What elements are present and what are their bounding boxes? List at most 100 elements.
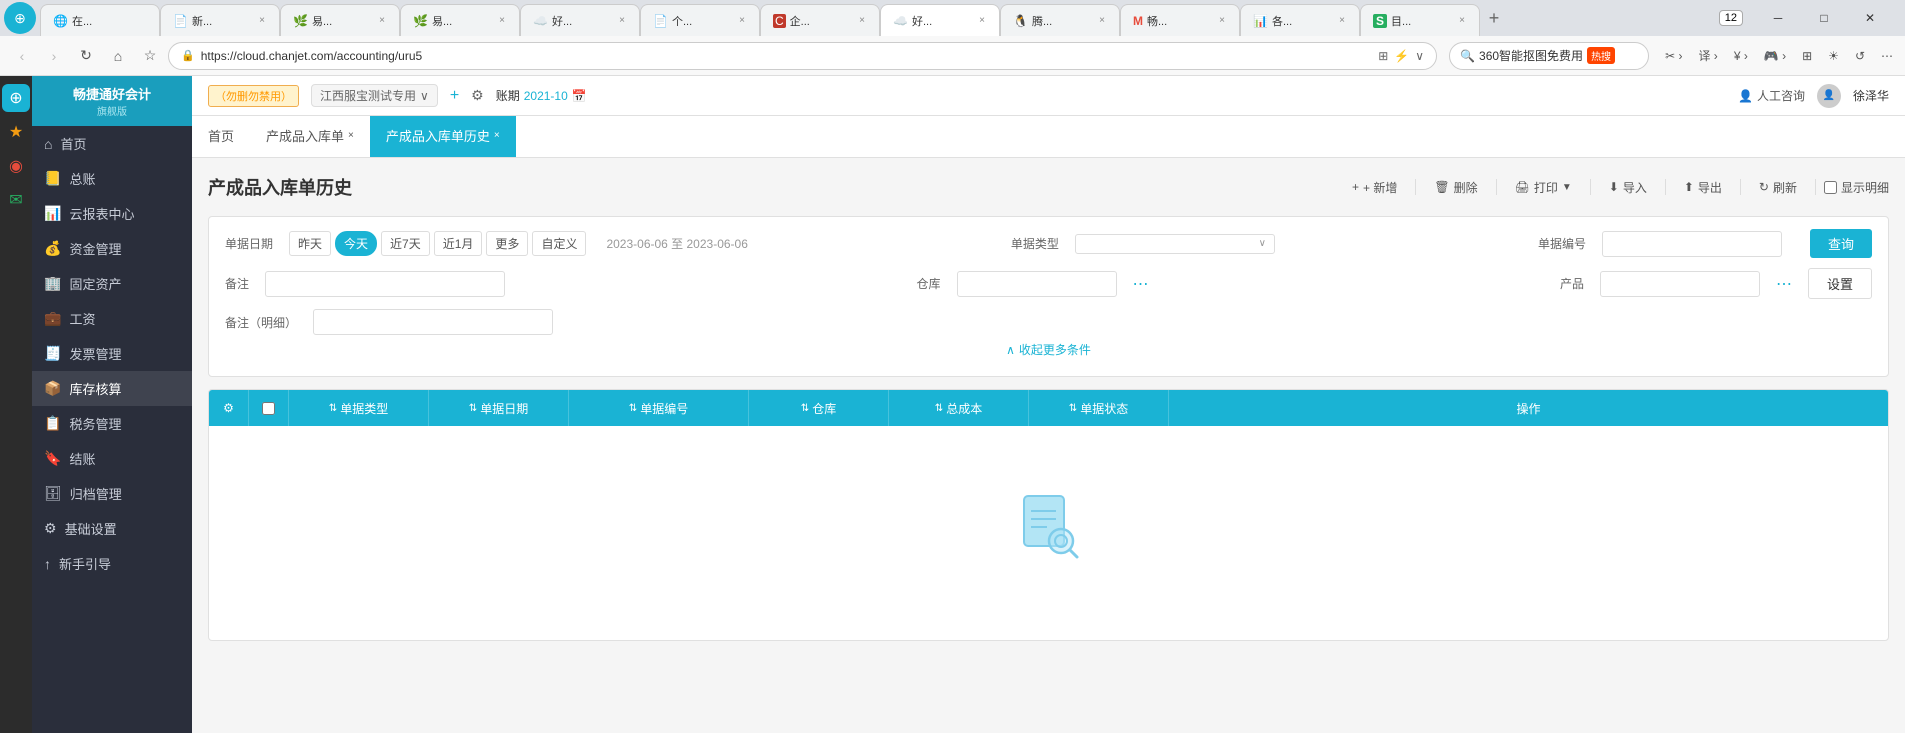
user-service-button[interactable]: 👤 人工咨询 — [1738, 87, 1805, 104]
tab-t11[interactable]: 📊 各... × — [1240, 4, 1360, 36]
th-checkbox[interactable] — [249, 390, 289, 426]
search-bar[interactable]: 🔍 360智能抠图免费用 热搜 — [1449, 42, 1649, 70]
delete-button[interactable]: 🗑 删除 — [1424, 175, 1487, 200]
th-status[interactable]: ⇅ 单据状态 — [1029, 390, 1169, 426]
sidebar-item-archive[interactable]: 🗄 归档管理 — [32, 476, 192, 511]
refresh-btn[interactable]: ↻ 刷新 — [1749, 175, 1807, 200]
remark-detail-filter-input[interactable] — [313, 309, 553, 335]
type-select[interactable]: ∨ — [1075, 234, 1275, 254]
tab-close-t9[interactable]: × — [1097, 13, 1107, 28]
sidebar-item-invoice[interactable]: 🧾 发票管理 — [32, 336, 192, 371]
sidebar-item-report[interactable]: 📊 云报表中心 — [32, 196, 192, 231]
th-warehouse[interactable]: ⇅ 仓库 — [749, 390, 889, 426]
currency-tool[interactable]: ¥ › — [1730, 47, 1752, 65]
tab-t12[interactable]: S 目... × — [1360, 4, 1480, 36]
date-btn-7days[interactable]: 近7天 — [381, 231, 430, 256]
tab-close-t7[interactable]: × — [857, 13, 867, 28]
date-btn-custom[interactable]: 自定义 — [532, 231, 586, 256]
translate-tool[interactable]: 译 › — [1694, 45, 1721, 66]
date-btn-1month[interactable]: 近1月 — [434, 231, 483, 256]
tab-close-t5[interactable]: × — [617, 13, 627, 28]
period-calendar-icon[interactable]: 📅 — [572, 89, 587, 103]
add-org-button[interactable]: + — [450, 87, 459, 105]
sidebar-item-home[interactable]: ⌂ 首页 — [32, 126, 192, 161]
tab-t2[interactable]: 📄 新... × — [160, 4, 280, 36]
settings-query-button[interactable]: 设置 — [1808, 268, 1872, 299]
address-bar[interactable]: 🔒 https://cloud.chanjet.com/accounting/u… — [168, 42, 1437, 70]
select-all-checkbox[interactable] — [262, 402, 275, 415]
tab-t10[interactable]: M 畅... × — [1120, 4, 1240, 36]
tab-close-t12[interactable]: × — [1457, 13, 1467, 28]
back-button[interactable]: ‹ — [8, 42, 36, 70]
date-btn-more[interactable]: 更多 — [486, 231, 528, 256]
sidebar-item-asset[interactable]: 🏢 固定资产 — [32, 266, 192, 301]
sidebar-item-ledger[interactable]: 📒 总账 — [32, 161, 192, 196]
export-button[interactable]: ⬆ 导出 — [1674, 175, 1732, 200]
sidebar-item-fund[interactable]: 💰 资金管理 — [32, 231, 192, 266]
org-selector[interactable]: 江西服宝测试专用 ∨ — [311, 84, 438, 107]
tab-t9[interactable]: 🐧 腾... × — [1000, 4, 1120, 36]
chevron-down-icon[interactable]: ∨ — [1415, 49, 1424, 63]
tab-t5[interactable]: ☁️ 好... × — [520, 4, 640, 36]
bookmark-button[interactable]: ☆ — [136, 42, 164, 70]
product-more-icon[interactable]: ⋯ — [1776, 274, 1792, 294]
home-button[interactable]: ⌂ — [104, 42, 132, 70]
import-button[interactable]: ⬇ 导入 — [1599, 175, 1657, 200]
tab-close-t2[interactable]: × — [257, 13, 267, 28]
th-date[interactable]: ⇅ 单据日期 — [429, 390, 569, 426]
tab-history-close[interactable]: × — [494, 130, 500, 141]
tab-t3[interactable]: 🌿 易... × — [280, 4, 400, 36]
warehouse-filter-input[interactable] — [957, 271, 1117, 297]
sidebar-item-guide[interactable]: ↑ 新手引导 — [32, 546, 192, 581]
show-detail-checkbox[interactable]: 显示明细 — [1824, 179, 1889, 196]
icon-sidebar-item-1[interactable]: ⊕ — [2, 84, 30, 112]
date-btn-yesterday[interactable]: 昨天 — [289, 231, 331, 256]
tab-t7[interactable]: C 企... × — [760, 4, 880, 36]
icon-sidebar-item-3[interactable]: ◉ — [2, 152, 30, 180]
scissors-tool[interactable]: ✂ › — [1661, 47, 1686, 65]
th-settings[interactable]: ⚙ — [209, 390, 249, 426]
minimize-button[interactable]: ─ — [1755, 2, 1801, 34]
sun-tool[interactable]: ☀ — [1824, 47, 1843, 65]
refresh-button[interactable]: ↻ — [72, 42, 100, 70]
game-tool[interactable]: 🎮 › — [1760, 47, 1790, 65]
settings-tool[interactable]: ⋯ — [1877, 47, 1897, 65]
tab-history-page[interactable]: 产成品入库单历史 × — [370, 116, 516, 157]
th-number[interactable]: ⇅ 单据编号 — [569, 390, 749, 426]
breadcrumb-home[interactable]: 首页 — [192, 116, 250, 157]
th-cost[interactable]: ⇅ 总成本 — [889, 390, 1029, 426]
show-detail-input[interactable] — [1824, 181, 1837, 194]
tab-close-t8[interactable]: × — [977, 13, 987, 28]
sidebar-item-checkout[interactable]: 🔖 结账 — [32, 441, 192, 476]
icon-sidebar-item-2[interactable]: ★ — [2, 118, 30, 146]
tab-t6[interactable]: 📄 个... × — [640, 4, 760, 36]
sidebar-item-inventory[interactable]: 📦 库存核算 — [32, 371, 192, 406]
new-tab-button[interactable]: + — [1480, 4, 1508, 32]
bolt-icon[interactable]: ⚡ — [1394, 49, 1409, 63]
tab-list-page[interactable]: 产成品入库单 × — [250, 116, 370, 157]
undo-tool[interactable]: ↺ — [1851, 47, 1869, 65]
sidebar-item-salary[interactable]: 💼 工资 — [32, 301, 192, 336]
grid-icon[interactable]: ⊞ — [1378, 49, 1388, 63]
query-button[interactable]: 查询 — [1810, 229, 1872, 258]
tab-close-t3[interactable]: × — [377, 13, 387, 28]
forward-button[interactable]: › — [40, 42, 68, 70]
tab-close-t11[interactable]: × — [1337, 13, 1347, 28]
sidebar-item-tax[interactable]: 📋 税务管理 — [32, 406, 192, 441]
print-button[interactable]: 🖨 打印 ▼ — [1505, 175, 1582, 200]
tab-close-t10[interactable]: × — [1217, 13, 1227, 28]
tab-list-close[interactable]: × — [348, 130, 354, 141]
warehouse-more-icon[interactable]: ⋯ — [1133, 274, 1149, 294]
settings-org-button[interactable]: ⚙ — [471, 87, 484, 104]
tab-t8-active[interactable]: ☁️ 好... × — [880, 4, 1000, 36]
sidebar-item-settings[interactable]: ⚙ 基础设置 — [32, 511, 192, 546]
icon-sidebar-item-4[interactable]: ✉ — [2, 186, 30, 214]
maximize-button[interactable]: □ — [1801, 2, 1847, 34]
add-button[interactable]: + + 新增 — [1342, 175, 1407, 200]
tab-close-t4[interactable]: × — [497, 13, 507, 28]
tab-t1[interactable]: 🌐 在... — [40, 4, 160, 36]
collapse-bar[interactable]: ∧ 收起更多条件 — [225, 335, 1872, 364]
grid-tool[interactable]: ⊞ — [1798, 47, 1816, 65]
tab-t4[interactable]: 🌿 易... × — [400, 4, 520, 36]
number-filter-input[interactable] — [1602, 231, 1782, 257]
